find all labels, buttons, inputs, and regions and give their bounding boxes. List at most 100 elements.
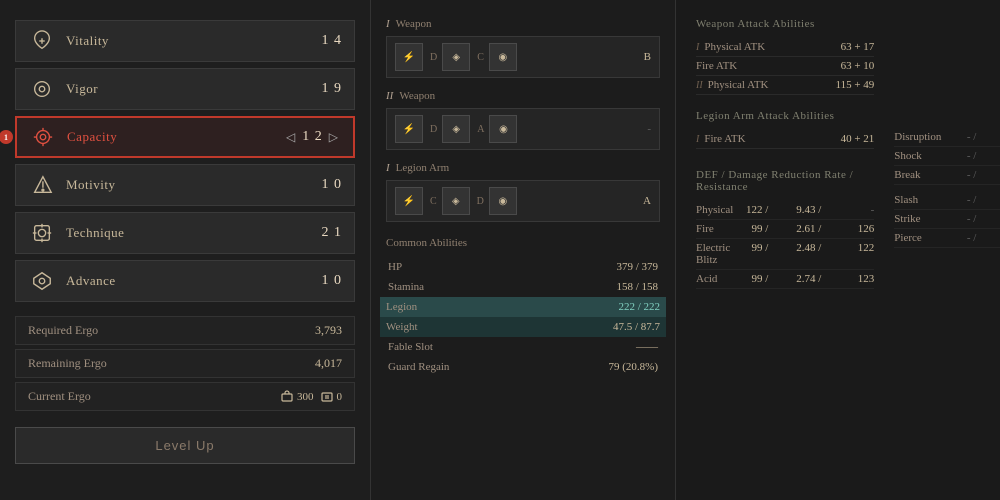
def-v2-strike: 6.60 / — [994, 213, 1000, 225]
disruption-table: Disruption - / - / 286 Shock - / - — [894, 128, 1000, 248]
legion-grade-d: D — [477, 196, 484, 207]
weapon-2-header: II Weapon — [386, 90, 660, 102]
remaining-ergo-value: 4,017 — [315, 356, 342, 371]
vigor-icon — [28, 75, 56, 103]
def-v1-slash: - / — [941, 194, 976, 206]
legion-attack-table: I Fire ATK 40 + 21 — [696, 130, 874, 149]
main-container: Vitality 1 4 Vigor 1 9 1 Ca — [0, 0, 1000, 500]
stat-technique[interactable]: Technique 2 1 — [15, 212, 355, 254]
ability-fable: Fable Slot —— — [386, 337, 660, 357]
weapon-2-slot-1: ⚡ — [395, 115, 423, 143]
attack-label-0: Physical ATK — [704, 41, 765, 53]
vitality-label: Vitality — [66, 33, 322, 49]
stat-vigor[interactable]: Vigor 1 9 — [15, 68, 355, 110]
capacity-indicator: 1 — [0, 130, 13, 144]
legion-label: Legion Arm — [396, 162, 449, 174]
def-v1-shock: - / — [941, 150, 976, 162]
ability-stamina-label: Stamina — [388, 281, 424, 293]
def-row-physical: Physical 122 / 9.43 / - — [696, 201, 874, 220]
middle-panel: I Weapon ⚡ D ◈ C ◉ B II Weapon ⚡ D ◈ A — [370, 0, 675, 500]
def-v2-disruption: - / — [994, 131, 1000, 143]
legion-slots: ⚡ C ◈ D ◉ A — [386, 180, 660, 222]
def-v2-fire: 2.61 / — [786, 223, 821, 235]
ability-hp-val: 379 / 379 — [616, 261, 658, 273]
weapon-1-slots: ⚡ D ◈ C ◉ B — [386, 36, 660, 78]
capacity-icon — [29, 123, 57, 151]
def-v3-physical: - — [839, 204, 874, 216]
weapon-2-slot-2: ◈ — [442, 115, 470, 143]
ability-guard: Guard Regain 79 (20.8%) — [386, 357, 660, 377]
legion-header: I Legion Arm — [386, 162, 660, 174]
legion-attack-row-0: I Fire ATK 40 + 21 — [696, 130, 874, 149]
weapon-2-section: II Weapon ⚡ D ◈ A ◉ - — [386, 90, 660, 150]
weapon-1-label: Weapon — [396, 18, 432, 30]
weapon-1-grade-c: C — [477, 52, 484, 63]
capacity-value: ◁ 1 2 ▷ — [284, 128, 341, 147]
weapon-1-slot-1: ⚡ — [395, 43, 423, 71]
def-v1-strike: - / — [941, 213, 976, 225]
attack-name-1: Fire ATK — [696, 60, 737, 72]
def-name-disruption: Disruption — [894, 131, 941, 143]
def-v3-electric: 122 — [839, 242, 874, 266]
capacity-left-arrow[interactable]: ◁ — [284, 128, 298, 147]
weapon-1-slot-3: ◉ — [489, 43, 517, 71]
capacity-right-arrow[interactable]: ▷ — [327, 128, 341, 147]
def-v1-break: - / — [941, 169, 976, 181]
def-name-shock: Shock — [894, 150, 941, 162]
weapon-2-slots: ⚡ D ◈ A ◉ - — [386, 108, 660, 150]
right-col-right: Disruption - / - / 286 Shock - / - — [894, 18, 1000, 289]
def-v2-physical: 9.43 / — [786, 204, 821, 216]
def-vals-break: - / - / 154 — [941, 169, 1000, 181]
ergo-section: Required Ergo 3,793 Remaining Ergo 4,017… — [15, 316, 355, 411]
def-name-pierce: Pierce — [894, 232, 941, 244]
weapon-1-grade-b: B — [644, 51, 651, 63]
legion-roman: I — [386, 162, 390, 174]
def-section-container: DEF / Damage Reduction Rate / Resistance… — [696, 169, 874, 289]
stat-advance[interactable]: Advance 1 0 — [15, 260, 355, 302]
stat-vitality[interactable]: Vitality 1 4 — [15, 20, 355, 62]
def-name-break: Break — [894, 169, 941, 181]
def-v1-pierce: - / — [941, 232, 976, 244]
weapon-2-roman: II — [386, 90, 393, 102]
vigor-value: 1 9 — [322, 81, 343, 97]
def-v1-acid: 99 / — [733, 273, 768, 285]
ergo-icons: 300 0 — [280, 390, 342, 404]
remaining-ergo-row: Remaining Ergo 4,017 — [15, 349, 355, 378]
def-row-electric: Electric Blitz 99 / 2.48 / 122 — [696, 239, 874, 270]
ergo-val2: 0 — [337, 391, 343, 403]
legion-slot-1: ⚡ — [395, 187, 423, 215]
attack-val-1: 63 + 10 — [841, 60, 875, 72]
current-ergo-row: Current Ergo 300 — [15, 382, 355, 411]
weapon-attack-title: Weapon Attack Abilities — [696, 18, 874, 30]
def-row-acid: Acid 99 / 2.74 / 123 — [696, 270, 874, 289]
legion-attack-name-0: I Fire ATK — [696, 133, 746, 145]
ability-guard-label: Guard Regain — [388, 361, 449, 373]
weapon-1-slot-2: ◈ — [442, 43, 470, 71]
attack-row-0: I Physical ATK 63 + 17 — [696, 38, 874, 57]
attack-label-1: Fire ATK — [696, 60, 737, 72]
stat-motivity[interactable]: Motivity 1 0 — [15, 164, 355, 206]
def-title: DEF / Damage Reduction Rate / Resistance — [696, 169, 874, 193]
ability-hp-label: HP — [388, 261, 402, 273]
level-up-button[interactable]: Level Up — [15, 427, 355, 464]
vigor-label: Vigor — [66, 81, 322, 97]
def-table: Physical 122 / 9.43 / - Fire 99 / 2 — [696, 201, 874, 289]
technique-value: 2 1 — [322, 225, 343, 241]
motivity-icon — [28, 171, 56, 199]
required-ergo-row: Required Ergo 3,793 — [15, 316, 355, 345]
vitality-icon — [28, 27, 56, 55]
legion-section: I Legion Arm ⚡ C ◈ D ◉ A — [386, 162, 660, 222]
def-vals-physical: 122 / 9.43 / - — [733, 204, 874, 216]
required-ergo-value: 3,793 — [315, 323, 342, 338]
def-row-fire: Fire 99 / 2.61 / 126 — [696, 220, 874, 239]
left-panel: Vitality 1 4 Vigor 1 9 1 Ca — [0, 0, 370, 500]
current-ergo-label: Current Ergo — [28, 389, 91, 404]
ability-guard-val: 79 (20.8%) — [609, 361, 659, 373]
ergo-icon-box-1: 300 — [280, 390, 314, 404]
weapon-attack-table: I Physical ATK 63 + 17 Fire ATK 63 + 10 — [696, 38, 874, 95]
remaining-ergo-label: Remaining Ergo — [28, 356, 107, 371]
stat-capacity[interactable]: 1 Capacity ◁ 1 2 ▷ — [15, 116, 355, 158]
def-row-break: Break - / - / 154 — [894, 166, 1000, 185]
ability-weight-label: Weight — [386, 321, 418, 333]
def-name-slash: Slash — [894, 194, 941, 206]
